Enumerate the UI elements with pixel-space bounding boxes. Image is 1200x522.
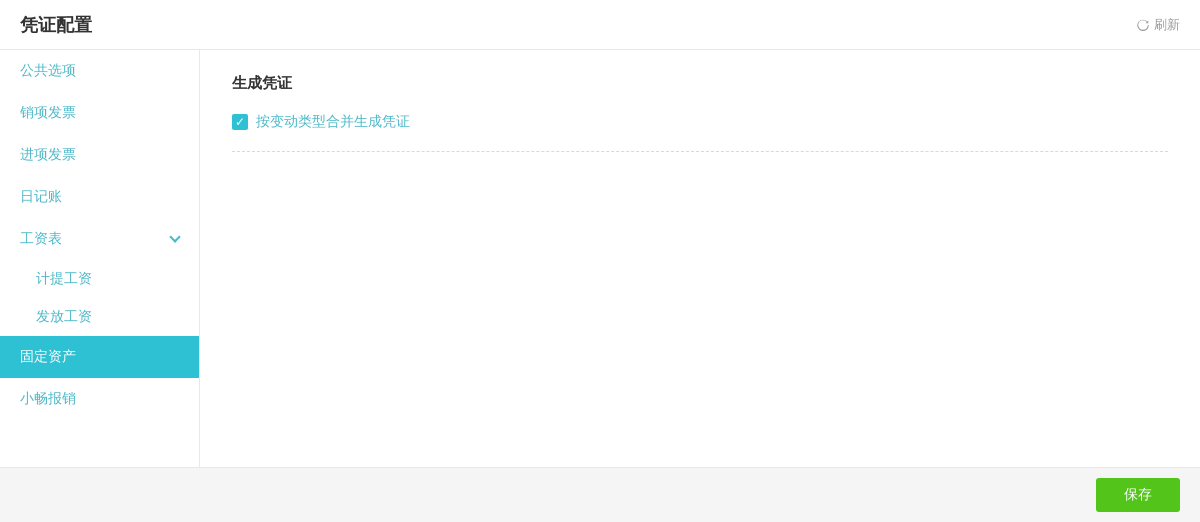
sidebar-item-payroll-calc[interactable]: 计提工资 (0, 260, 199, 298)
sidebar-item-public-options[interactable]: 公共选项 (0, 50, 199, 92)
sidebar-item-payroll-pay[interactable]: 发放工资 (0, 298, 199, 336)
merge-checkbox[interactable] (232, 114, 248, 130)
sidebar-item-label: 发放工资 (36, 308, 92, 324)
sidebar-item-purchase-invoice[interactable]: 进项发票 (0, 134, 199, 176)
divider (232, 151, 1168, 152)
chevron-down-icon (169, 231, 180, 242)
header: 凭证配置 刷新 (0, 0, 1200, 50)
sidebar: 公共选项 销项发票 进项发票 日记账 工资表 计提工资 发放工资 固定资产 (0, 50, 200, 467)
sidebar-item-sales-invoice[interactable]: 销项发票 (0, 92, 199, 134)
sidebar-item-payroll-table[interactable]: 工资表 (0, 218, 199, 260)
sidebar-item-journal[interactable]: 日记账 (0, 176, 199, 218)
sidebar-item-label: 销项发票 (20, 104, 76, 122)
sidebar-item-label: 工资表 (20, 230, 62, 248)
page-wrapper: 凭证配置 刷新 公共选项 销项发票 进项发票 日记账 工资表 (0, 0, 1200, 522)
sidebar-item-label: 小畅报销 (20, 390, 76, 408)
sidebar-item-label: 固定资产 (20, 348, 76, 366)
sidebar-item-fixed-assets[interactable]: 固定资产 (0, 336, 199, 378)
refresh-icon (1136, 18, 1150, 32)
merge-checkbox-label[interactable]: 按变动类型合并生成凭证 (256, 113, 410, 131)
checkbox-row: 按变动类型合并生成凭证 (232, 113, 1168, 131)
page-title: 凭证配置 (20, 13, 92, 37)
footer: 保存 (0, 467, 1200, 522)
main-content: 生成凭证 按变动类型合并生成凭证 (200, 50, 1200, 467)
section-title: 生成凭证 (232, 74, 1168, 93)
refresh-button[interactable]: 刷新 (1136, 16, 1180, 34)
sidebar-item-label: 计提工资 (36, 270, 92, 286)
sidebar-item-expense-report[interactable]: 小畅报销 (0, 378, 199, 420)
sidebar-item-label: 日记账 (20, 188, 62, 206)
body: 公共选项 销项发票 进项发票 日记账 工资表 计提工资 发放工资 固定资产 (0, 50, 1200, 467)
sidebar-item-label: 进项发票 (20, 146, 76, 164)
save-button[interactable]: 保存 (1096, 478, 1180, 512)
refresh-label: 刷新 (1154, 16, 1180, 34)
sidebar-item-label: 公共选项 (20, 62, 76, 80)
